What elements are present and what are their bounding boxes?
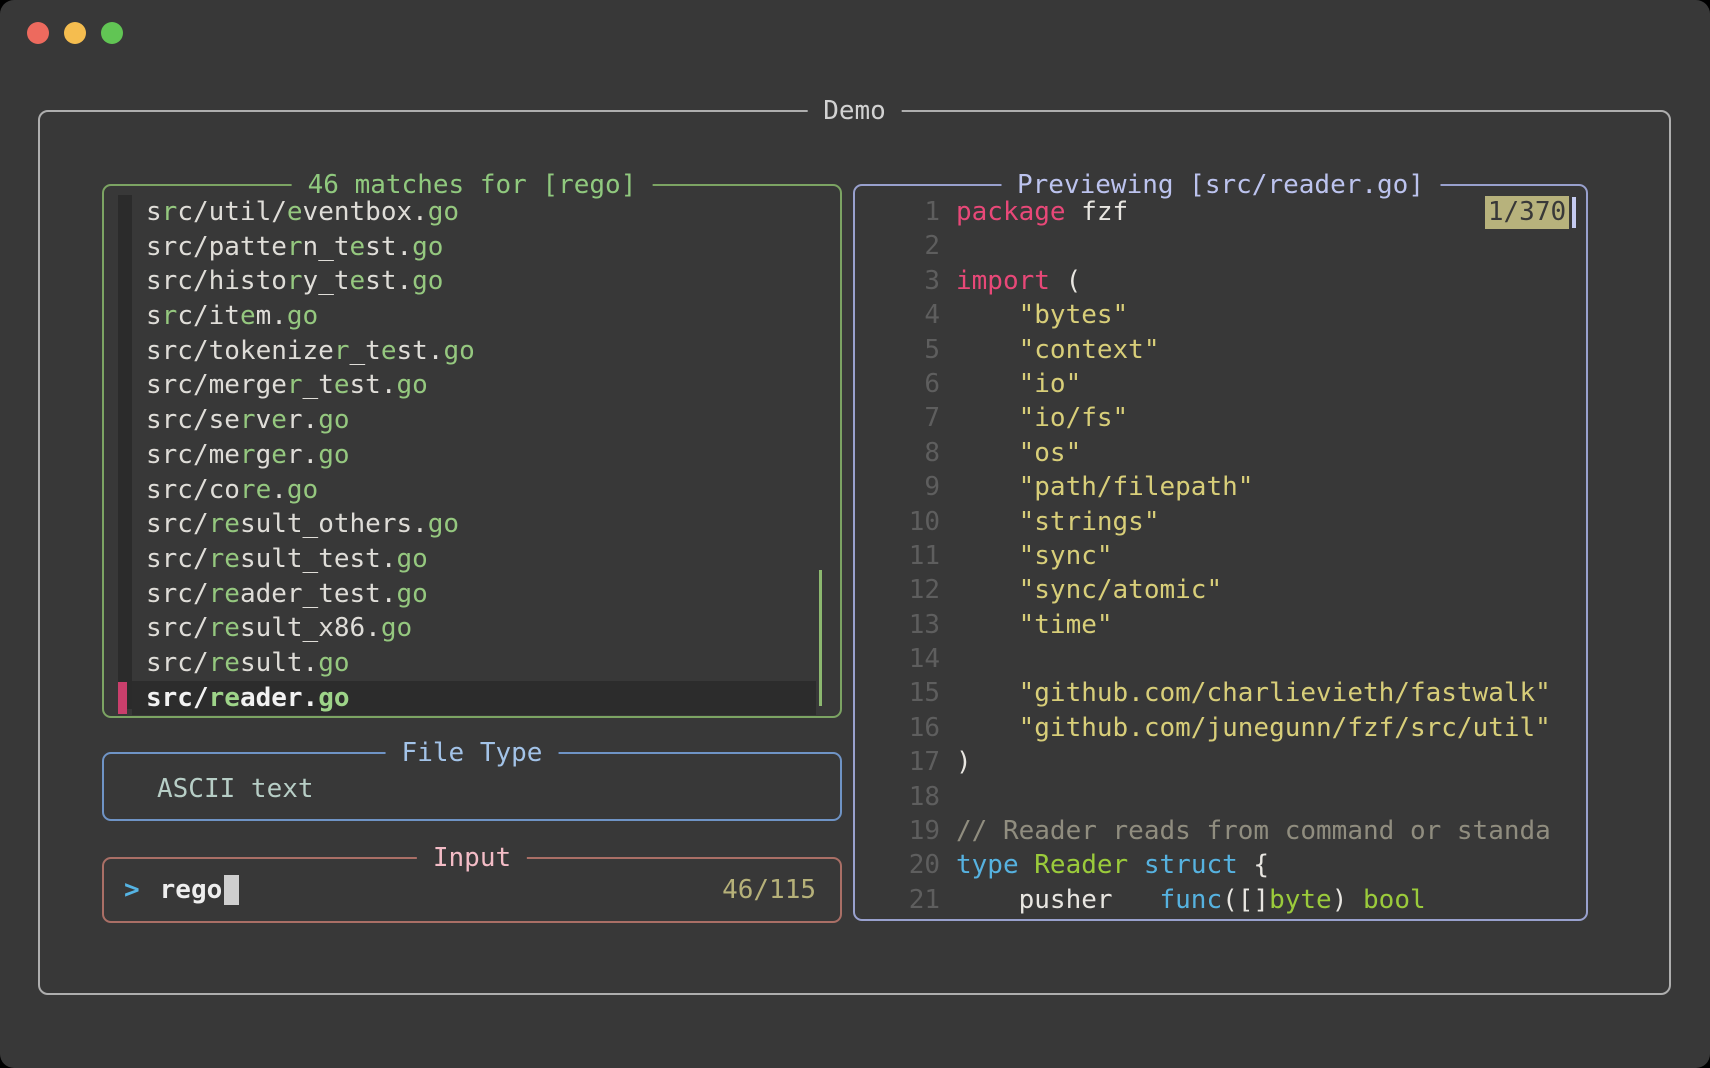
list-item[interactable]: src/result_x86.go — [104, 611, 840, 646]
line-number: 4 — [892, 298, 940, 332]
code-line: 5 "context" — [855, 333, 1586, 367]
line-number: 10 — [892, 505, 940, 539]
query-text: rego — [160, 875, 223, 905]
prompt-icon: > — [124, 875, 140, 905]
line-number: 14 — [892, 642, 940, 676]
input-panel: Input > rego 46/115 — [102, 857, 842, 923]
list-item[interactable]: src/server.go — [104, 403, 840, 438]
code-line: 19// Reader reads from command or standa — [855, 814, 1586, 848]
code-line: 3import ( — [855, 264, 1586, 298]
line-number: 1 — [892, 195, 940, 229]
code-line: 14 — [855, 642, 1586, 676]
list-item[interactable]: src/result.go — [104, 646, 840, 681]
code-line: 15 "github.com/charlievieth/fastwalk" — [855, 676, 1586, 710]
search-input[interactable]: > rego 46/115 — [104, 859, 840, 921]
list-item[interactable]: src/result_others.go — [104, 507, 840, 542]
line-number: 6 — [892, 367, 940, 401]
line-number: 21 — [892, 883, 940, 917]
terminal-window: Demo 46 matches for [rego] src/util/even… — [0, 0, 1710, 1068]
close-button[interactable] — [27, 22, 49, 44]
list-item[interactable]: src/history_test.go — [104, 264, 840, 299]
filetype-panel: File Type ASCII text — [102, 752, 842, 821]
line-number: 15 — [892, 676, 940, 710]
code-line: 1package fzf — [855, 195, 1586, 229]
code-line: 17) — [855, 745, 1586, 779]
code-line: 18 — [855, 780, 1586, 814]
list-item[interactable]: src/tokenizer_test.go — [104, 334, 840, 369]
line-number: 16 — [892, 711, 940, 745]
match-counter: 46/115 — [722, 875, 816, 905]
matches-panel: 46 matches for [rego] src/util/eventbox.… — [102, 184, 842, 718]
text-cursor — [224, 875, 239, 905]
code-line: 2 — [855, 229, 1586, 263]
filetype-value: ASCII text — [157, 773, 314, 803]
minimize-button[interactable] — [64, 22, 86, 44]
list-item[interactable]: src/result_test.go — [104, 542, 840, 577]
list-scrollbar[interactable] — [819, 570, 822, 706]
list-item[interactable]: src/item.go — [104, 299, 840, 334]
demo-title: Demo — [807, 95, 902, 127]
line-number: 7 — [892, 401, 940, 435]
code-line: 12 "sync/atomic" — [855, 573, 1586, 607]
line-number: 19 — [892, 814, 940, 848]
list-item[interactable]: src/reader.go — [104, 681, 840, 716]
line-number: 9 — [892, 470, 940, 504]
line-number: 17 — [892, 745, 940, 779]
line-number: 18 — [892, 780, 940, 814]
code-line: 20type Reader struct { — [855, 848, 1586, 882]
line-number: 3 — [892, 264, 940, 298]
list-item[interactable]: src/util/eventbox.go — [104, 195, 840, 230]
list-item[interactable]: src/merger_test.go — [104, 368, 840, 403]
preview-panel: Previewing [src/reader.go] 1package fzf2… — [853, 184, 1588, 921]
code-line: 21 pusher func([]byte) bool — [855, 883, 1586, 917]
code-line: 16 "github.com/junegunn/fzf/src/util" — [855, 711, 1586, 745]
line-number: 12 — [892, 573, 940, 607]
code-line: 8 "os" — [855, 436, 1586, 470]
zoom-button[interactable] — [101, 22, 123, 44]
code-line: 6 "io" — [855, 367, 1586, 401]
code-line: 10 "strings" — [855, 505, 1586, 539]
code-line: 11 "sync" — [855, 539, 1586, 573]
line-number: 11 — [892, 539, 940, 573]
line-number: 2 — [892, 229, 940, 263]
code-line: 7 "io/fs" — [855, 401, 1586, 435]
preview-scrollbar[interactable] — [1572, 197, 1576, 228]
line-number: 13 — [892, 608, 940, 642]
list-item[interactable]: src/core.go — [104, 473, 840, 508]
list-item[interactable]: src/pattern_test.go — [104, 230, 840, 265]
line-number: 8 — [892, 436, 940, 470]
preview-position-badge: 1/370 — [1485, 196, 1569, 229]
match-list: src/util/eventbox.gosrc/pattern_test.gos… — [104, 195, 840, 715]
code-line: 13 "time" — [855, 608, 1586, 642]
code-line: 4 "bytes" — [855, 298, 1586, 332]
filetype-title: File Type — [386, 737, 559, 769]
preview-code: 1package fzf23import (4 "bytes"5 "contex… — [855, 195, 1586, 917]
line-number: 20 — [892, 848, 940, 882]
demo-frame: Demo 46 matches for [rego] src/util/even… — [38, 110, 1671, 995]
code-line: 9 "path/filepath" — [855, 470, 1586, 504]
list-item[interactable]: src/merger.go — [104, 438, 840, 473]
list-item[interactable]: src/reader_test.go — [104, 577, 840, 612]
line-number: 5 — [892, 333, 940, 367]
